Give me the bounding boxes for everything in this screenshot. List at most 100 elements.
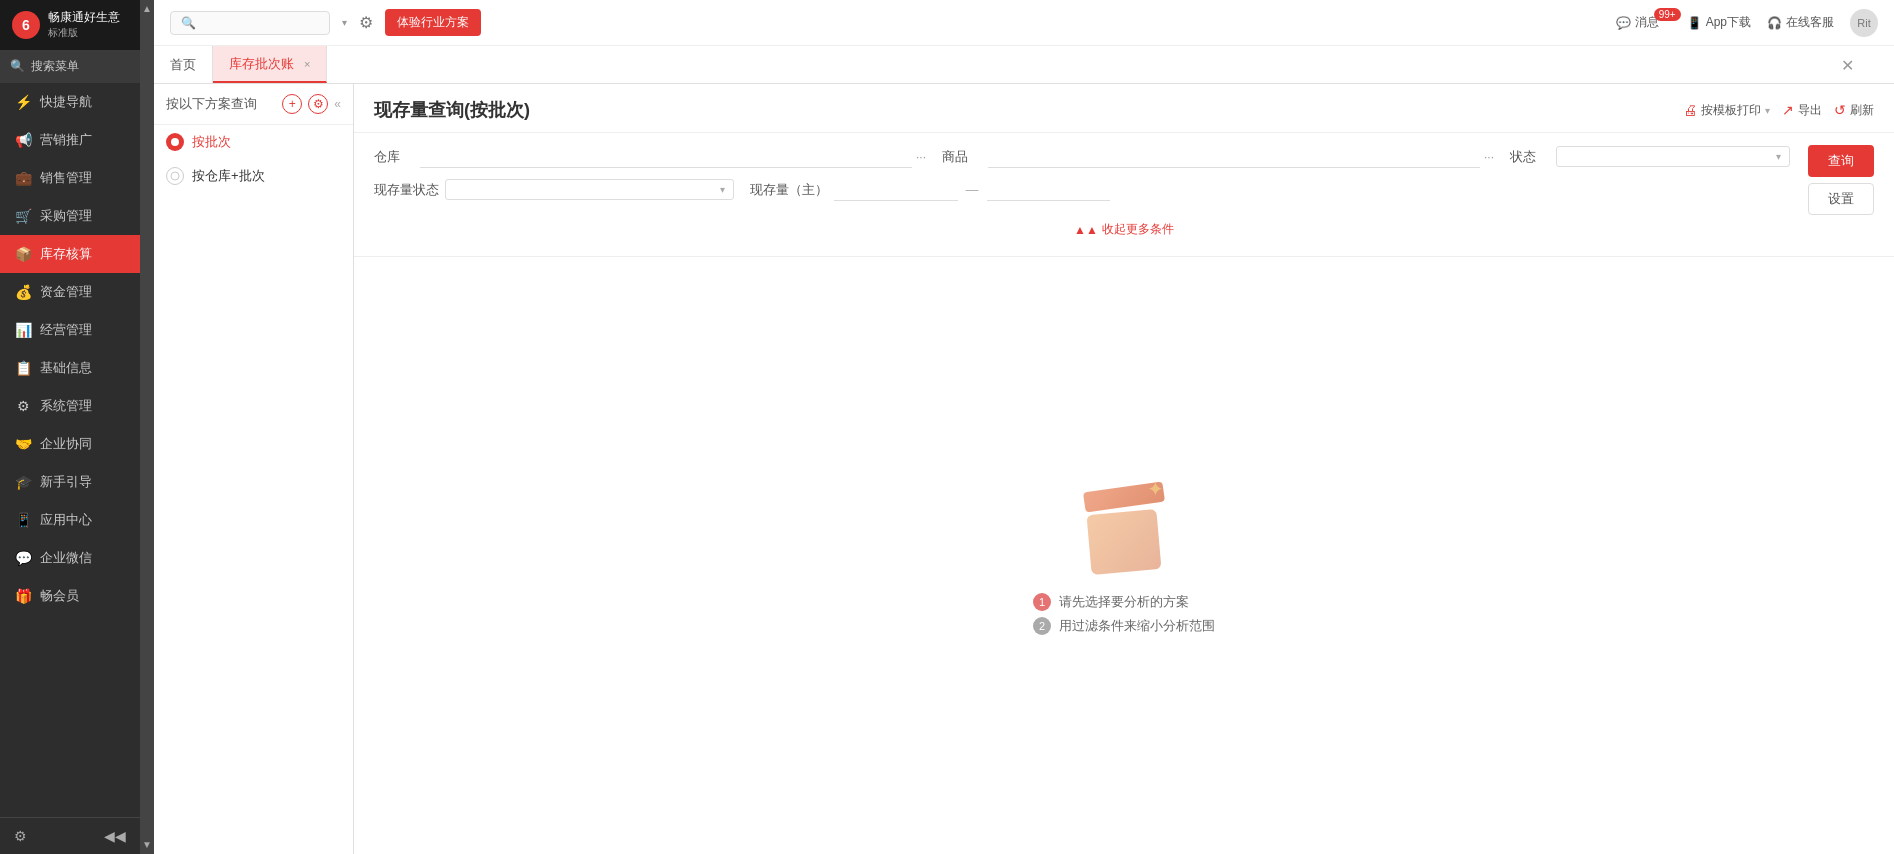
scheme-settings-btn[interactable]: ⚙	[308, 94, 328, 114]
sidebar-search[interactable]: 🔍 搜索菜单	[0, 50, 140, 83]
sidebar-item-label: 企业微信	[40, 549, 92, 567]
stock-qty-from[interactable]	[834, 178, 958, 201]
sidebar-item-marketing[interactable]: 📢 营销推广	[0, 121, 140, 159]
sidebar-item-label: 销售管理	[40, 169, 92, 187]
sidebar-footer: ⚙ ◀◀	[0, 817, 140, 854]
filter-area: 仓库 ··· 商品 ··· 状态	[354, 133, 1894, 257]
topbar-dropdown-arrow[interactable]: ▾	[342, 17, 347, 28]
scheme-add-btn[interactable]: +	[282, 94, 302, 114]
sidebar-item-label: 采购管理	[40, 207, 92, 225]
topbar-search-icon: 🔍	[181, 16, 196, 30]
tab-home-label: 首页	[170, 56, 196, 74]
user-avatar-group[interactable]: Rit	[1850, 9, 1878, 37]
goods-input[interactable]	[988, 145, 1480, 168]
sidebar-item-finance[interactable]: 💰 资金管理	[0, 273, 140, 311]
tab-panel-close-btn[interactable]: ✕	[1841, 55, 1854, 74]
sidebar-item-system[interactable]: ⚙ 系统管理	[0, 387, 140, 425]
sidebar-item-basics[interactable]: 📋 基础信息	[0, 349, 140, 387]
sidebar-item-collab[interactable]: 🤝 企业协同	[0, 425, 140, 463]
industry-btn[interactable]: 体验行业方案	[385, 9, 481, 36]
warehouse-label: 仓库	[374, 148, 414, 166]
stock-qty-label: 现存量（主）	[750, 181, 828, 199]
tab-close-btn[interactable]: ×	[304, 58, 310, 70]
goods-label: 商品	[942, 148, 982, 166]
stock-status-select[interactable]: ▾	[445, 179, 734, 200]
scroll-down-arrow[interactable]: ▼	[142, 840, 152, 850]
print-btn[interactable]: 🖨 按模板打印 ▾	[1683, 102, 1770, 119]
filter-row-1: 仓库 ··· 商品 ··· 状态	[374, 145, 1790, 168]
message-group[interactable]: 💬 消息 99+	[1616, 14, 1671, 31]
footer-settings-icon[interactable]: ⚙	[14, 828, 27, 844]
refresh-btn[interactable]: ↺ 刷新	[1834, 102, 1874, 119]
collapse-label: 收起更多条件	[1102, 221, 1174, 238]
goods-more-btn[interactable]: ···	[1484, 150, 1494, 164]
topbar-search-box[interactable]: 🔍	[170, 11, 330, 35]
search-label: 搜索菜单	[31, 58, 79, 75]
sidebar-item-quicknav[interactable]: ⚡ 快捷导航	[0, 83, 140, 121]
status-select[interactable]: ▾	[1556, 146, 1790, 167]
scheme-item-warehouse-batch[interactable]: 按仓库+批次	[154, 159, 353, 193]
sidebar-item-wechat[interactable]: 💬 企业微信	[0, 539, 140, 577]
scroll-up-arrow[interactable]: ▲	[142, 4, 152, 14]
topbar: 🔍 ▾ ⚙ 体验行业方案 💬 消息 99+ 📱 App下载 🎧 在线客服	[154, 0, 1894, 46]
sidebar-scroll: ▲ ▼	[140, 0, 154, 854]
filter-status-group: 状态 ▾	[1510, 146, 1790, 167]
sidebar-item-newbie[interactable]: 🎓 新手引导	[0, 463, 140, 501]
sidebar-item-label: 畅会员	[40, 587, 79, 605]
collapse-bar[interactable]: ▲▲ 收起更多条件	[374, 215, 1874, 244]
scheme-item-icon-inactive	[166, 167, 184, 185]
app-download-group[interactable]: 📱 App下载	[1687, 14, 1751, 31]
query-btn[interactable]: 查询	[1808, 145, 1874, 177]
tab-inventory-batch[interactable]: 库存批次账 ×	[213, 46, 327, 83]
sidebar-item-label: 系统管理	[40, 397, 92, 415]
sidebar-item-purchase[interactable]: 🛒 采购管理	[0, 197, 140, 235]
refresh-label: 刷新	[1850, 102, 1874, 119]
marketing-icon: 📢	[14, 131, 32, 149]
warehouse-more-btn[interactable]: ···	[916, 150, 926, 164]
topbar-left: 🔍 ▾ ⚙ 体验行业方案	[170, 9, 481, 36]
online-service-label: 在线客服	[1786, 14, 1834, 31]
filter-row-2: 现存量状态 ▾ 现存量（主） —	[374, 178, 1790, 201]
search-icon: 🔍	[10, 59, 25, 73]
content-area: 按以下方案查询 + ⚙ « 按批次	[154, 84, 1894, 854]
main-area: 🔍 ▾ ⚙ 体验行业方案 💬 消息 99+ 📱 App下载 🎧 在线客服	[154, 0, 1894, 854]
scheme-item-label: 按批次	[192, 133, 231, 151]
app-logo: 6	[12, 11, 40, 39]
warehouse-input[interactable]	[420, 145, 912, 168]
sidebar-item-label: 库存核算	[40, 245, 92, 263]
print-dropdown-arrow[interactable]: ▾	[1765, 105, 1770, 116]
member-icon: 🎁	[14, 587, 32, 605]
app-name: 畅康通好生意	[48, 10, 120, 26]
settings-btn[interactable]: 设置	[1808, 183, 1874, 215]
sidebar-item-business[interactable]: 📊 经营管理	[0, 311, 140, 349]
sidebar-item-label: 基础信息	[40, 359, 92, 377]
empty-hint-1: 1 请先选择要分析的方案	[1033, 593, 1215, 611]
app-download-icon: 📱	[1687, 16, 1702, 30]
hint-text-1: 请先选择要分析的方案	[1059, 593, 1189, 611]
app-title-group: 畅康通好生意 标准版	[48, 10, 120, 40]
sidebar-item-appstore[interactable]: 📱 应用中心	[0, 501, 140, 539]
footer-collapse-icon[interactable]: ◀◀	[104, 828, 126, 844]
scheme-item-label: 按仓库+批次	[192, 167, 265, 185]
export-btn[interactable]: ↗ 导出	[1782, 102, 1822, 119]
tab-home[interactable]: 首页	[154, 46, 213, 83]
query-btn-group: 查询 设置	[1808, 145, 1874, 215]
sidebar-item-inventory[interactable]: 📦 库存核算	[0, 235, 140, 273]
filter-warehouse-group: 仓库 ···	[374, 145, 926, 168]
filter-goods-group: 商品 ···	[942, 145, 1494, 168]
main-panel: 现存量查询(按批次) 🖨 按模板打印 ▾ ↗ 导出 ↺ 刷新	[354, 84, 1894, 854]
collapse-up-icon: ▲▲	[1074, 223, 1098, 237]
sidebar-navigation: ⚡ 快捷导航 📢 营销推广 💼 销售管理 🛒 采购管理 📦 库存核算 💰 资金管…	[0, 83, 140, 817]
finance-icon: 💰	[14, 283, 32, 301]
scheme-collapse-btn[interactable]: «	[334, 97, 341, 111]
basics-icon: 📋	[14, 359, 32, 377]
topbar-settings-icon[interactable]: ⚙	[359, 13, 373, 32]
sidebar-item-sales[interactable]: 💼 销售管理	[0, 159, 140, 197]
page-title: 现存量查询(按批次)	[374, 98, 530, 122]
sidebar-item-member[interactable]: 🎁 畅会员	[0, 577, 140, 615]
export-icon: ↗	[1782, 102, 1794, 118]
hint-text-2: 用过滤条件来缩小分析范围	[1059, 617, 1215, 635]
online-service-group[interactable]: 🎧 在线客服	[1767, 14, 1834, 31]
stock-qty-to[interactable]	[987, 178, 1111, 201]
scheme-item-batch[interactable]: 按批次	[154, 125, 353, 159]
